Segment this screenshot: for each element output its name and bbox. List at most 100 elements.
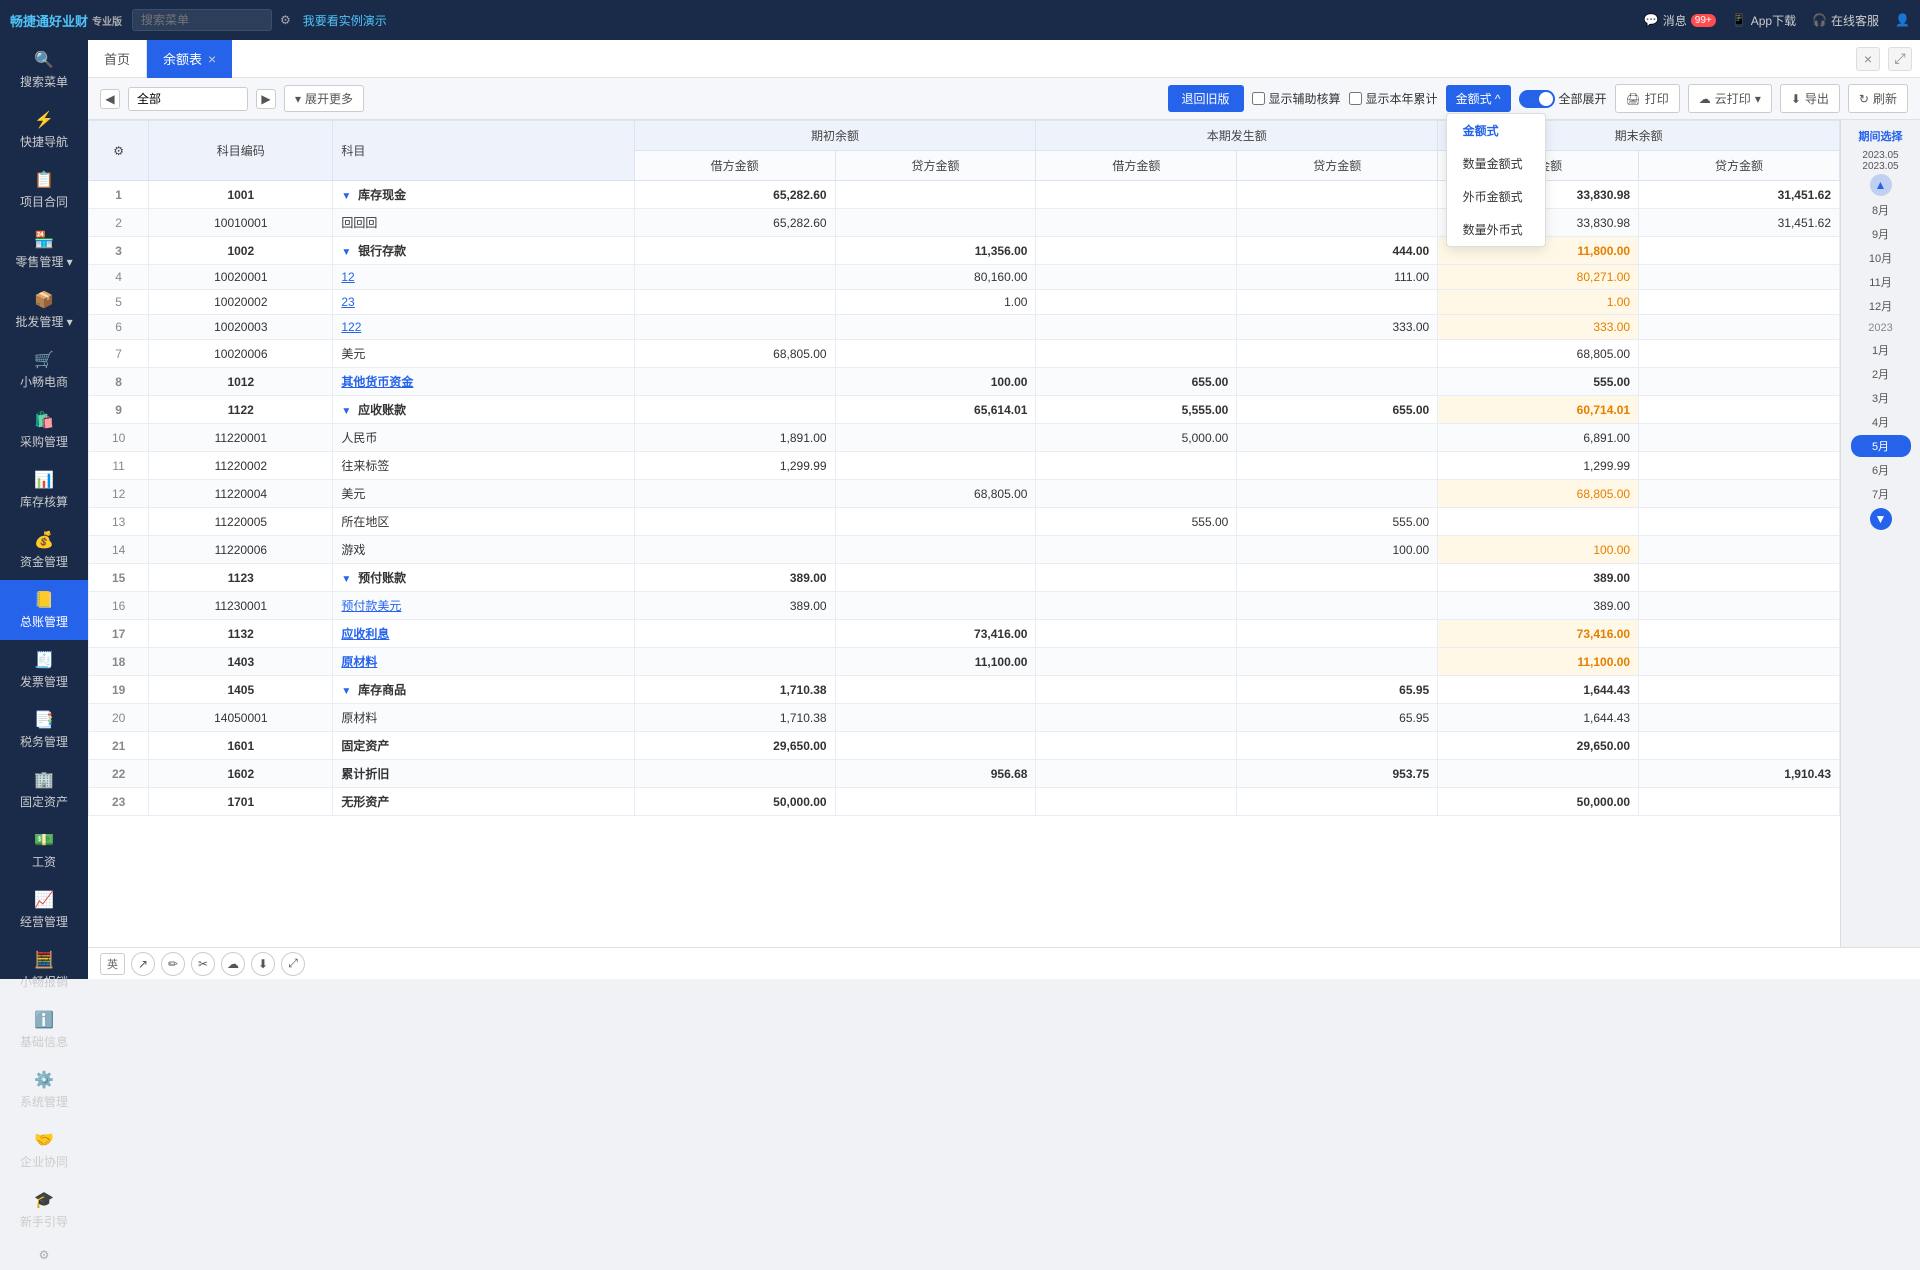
sidebar-item-inventory[interactable]: 📊 库存核算 (0, 460, 88, 520)
opening-debit: 29,650.00 (634, 732, 835, 760)
show-ytd-check[interactable]: 显示本年累计 (1349, 90, 1438, 107)
format-option-qty-amount[interactable]: 数量金额式 (1447, 147, 1545, 180)
row-name[interactable]: 12 (333, 265, 634, 290)
show-assistant-check[interactable]: 显示辅助核算 (1252, 90, 1341, 107)
sidebar-item-collab[interactable]: 🤝 企业协同 (0, 1120, 88, 1180)
bottom-icon-5[interactable]: ⬇ (251, 952, 275, 976)
sidebar-item-basic[interactable]: ℹ️ 基础信息 (0, 1000, 88, 1060)
demo-link[interactable]: 我要看实例演示 (303, 12, 387, 29)
sidebar-item-capital[interactable]: 💰 资金管理 (0, 520, 88, 580)
period-debit (1036, 181, 1237, 209)
sidebar-item-invoice[interactable]: 🧾 发票管理 (0, 640, 88, 700)
format-option-qty-foreign[interactable]: 数量外币式 (1447, 213, 1545, 246)
sidebar-item-ecommerce[interactable]: 🛒 小畅电商 (0, 340, 88, 400)
service-action[interactable]: 🎧 在线客服 (1812, 12, 1879, 29)
row-name[interactable]: 122 (333, 315, 634, 340)
sidebar-item-assets[interactable]: 🏢 固定资产 (0, 760, 88, 820)
sidebar-item-wholesale[interactable]: 📦 批发管理 ▾ (0, 280, 88, 340)
back-old-btn[interactable]: 退回旧版 (1168, 85, 1244, 112)
window-maximize-btn[interactable]: ⤢ (1888, 47, 1912, 71)
opening-debit (634, 648, 835, 676)
cloud-print-icon: ☁ (1699, 92, 1711, 106)
refresh-btn[interactable]: ↻ 刷新 (1848, 84, 1908, 113)
expand-icon[interactable]: ▼ (341, 247, 354, 258)
nav-forward-icon[interactable]: ▶ (256, 89, 276, 109)
month-1[interactable]: 1月 (1851, 339, 1911, 361)
tab-close-icon[interactable]: × (208, 51, 216, 67)
sidebar-item-tax[interactable]: 📑 税务管理 (0, 700, 88, 760)
period-up-icon[interactable]: ▲ (1870, 174, 1892, 196)
bottom-icon-6[interactable]: ⤢ (281, 952, 305, 976)
month-5[interactable]: 5月 (1851, 435, 1911, 457)
month-6[interactable]: 6月 (1851, 459, 1911, 481)
nav-back-icon[interactable]: ◀ (100, 89, 120, 109)
sidebar-item-report[interactable]: 🧮 小畅报销 (0, 940, 88, 1000)
expand-icon[interactable]: ▼ (341, 686, 354, 697)
assistant-label: 显示辅助核算 (1269, 90, 1341, 107)
row-name[interactable]: 原材料 (333, 648, 634, 676)
tab-home[interactable]: 首页 (88, 40, 147, 78)
format-dropdown-btn[interactable]: 金额式 ^ (1446, 85, 1511, 112)
sidebar-label-ecommerce: 小畅电商 (20, 373, 68, 390)
period-down-icon[interactable]: ▼ (1870, 508, 1892, 530)
sidebar-item-payroll[interactable]: 💵 工资 (0, 820, 88, 880)
month-4[interactable]: 4月 (1851, 411, 1911, 433)
cloud-print-btn[interactable]: ☁ 云打印 ▾ (1688, 84, 1772, 113)
row-name: 美元 (333, 480, 634, 508)
download-action[interactable]: 📱 App下载 (1732, 12, 1796, 29)
toggle-switch-track[interactable] (1519, 90, 1555, 108)
ytd-checkbox[interactable] (1349, 92, 1362, 105)
top-search-input[interactable] (132, 9, 272, 31)
user-avatar[interactable]: 👤 (1895, 13, 1910, 27)
expand-all-toggle[interactable]: 全部展开 (1519, 90, 1607, 108)
top-gear-icon[interactable]: ⚙ (280, 13, 291, 27)
download-label: App下载 (1751, 12, 1796, 29)
export-btn[interactable]: ⬇ 导出 (1780, 84, 1840, 113)
row-code: 1701 (149, 788, 333, 816)
row-name[interactable]: 应收利息 (333, 620, 634, 648)
format-option-amount[interactable]: 金额式 (1447, 114, 1545, 147)
format-option-foreign[interactable]: 外币金额式 (1447, 180, 1545, 213)
closing-credit (1639, 564, 1840, 592)
sidebar-item-guide[interactable]: 🎓 新手引导 (0, 1180, 88, 1240)
row-name[interactable]: 23 (333, 290, 634, 315)
bottom-icon-2[interactable]: ✏ (161, 952, 185, 976)
row-name[interactable]: 预付款美元 (333, 592, 634, 620)
settings-col-header[interactable]: ⚙ (89, 121, 149, 181)
sidebar-item-system[interactable]: ⚙️ 系统管理 (0, 1060, 88, 1120)
expand-more-btn[interactable]: ▾ 展开更多 (284, 85, 364, 112)
expand-icon[interactable]: ▼ (341, 191, 354, 202)
search-input[interactable] (128, 87, 248, 111)
sidebar-item-ops[interactable]: 📈 经营管理 (0, 880, 88, 940)
opening-credit (835, 452, 1036, 480)
bottom-icon-1[interactable]: ↗ (131, 952, 155, 976)
tab-balance[interactable]: 余额表 × (147, 40, 232, 78)
print-btn[interactable]: 🖨 打印 (1615, 84, 1680, 113)
sidebar-item-search[interactable]: 🔍 搜索菜单 (0, 40, 88, 100)
row-code: 11220006 (149, 536, 333, 564)
sidebar-item-retail[interactable]: 🏪 零售管理 ▾ (0, 220, 88, 280)
month-12[interactable]: 12月 (1851, 295, 1911, 317)
sidebar-item-purchase[interactable]: 🛍️ 采购管理 (0, 400, 88, 460)
sidebar-item-ledger[interactable]: 📒 总账管理 (0, 580, 88, 640)
sidebar-item-project[interactable]: 📋 项目合同 (0, 160, 88, 220)
month-10[interactable]: 10月 (1851, 247, 1911, 269)
lang-switch-btn[interactable]: 英 (100, 953, 125, 975)
month-7[interactable]: 7月 (1851, 483, 1911, 505)
opening-credit (835, 209, 1036, 237)
row-name[interactable]: 其他货币资金 (333, 368, 634, 396)
bottom-icon-4[interactable]: ☁ (221, 952, 245, 976)
month-9[interactable]: 9月 (1851, 223, 1911, 245)
month-3[interactable]: 3月 (1851, 387, 1911, 409)
expand-icon[interactable]: ▼ (341, 406, 354, 417)
message-action[interactable]: 💬 消息 99+ (1644, 12, 1716, 29)
month-8[interactable]: 8月 (1851, 199, 1911, 221)
bottom-icon-3[interactable]: ✂ (191, 952, 215, 976)
month-11[interactable]: 11月 (1851, 271, 1911, 293)
window-minimize-btn[interactable]: × (1856, 47, 1880, 71)
sidebar-item-quicknav[interactable]: ⚡ 快捷导航 (0, 100, 88, 160)
sidebar-settings-button[interactable]: ⚙ (0, 1240, 88, 1270)
assistant-checkbox[interactable] (1252, 92, 1265, 105)
expand-icon[interactable]: ▼ (341, 574, 354, 585)
month-2[interactable]: 2月 (1851, 363, 1911, 385)
